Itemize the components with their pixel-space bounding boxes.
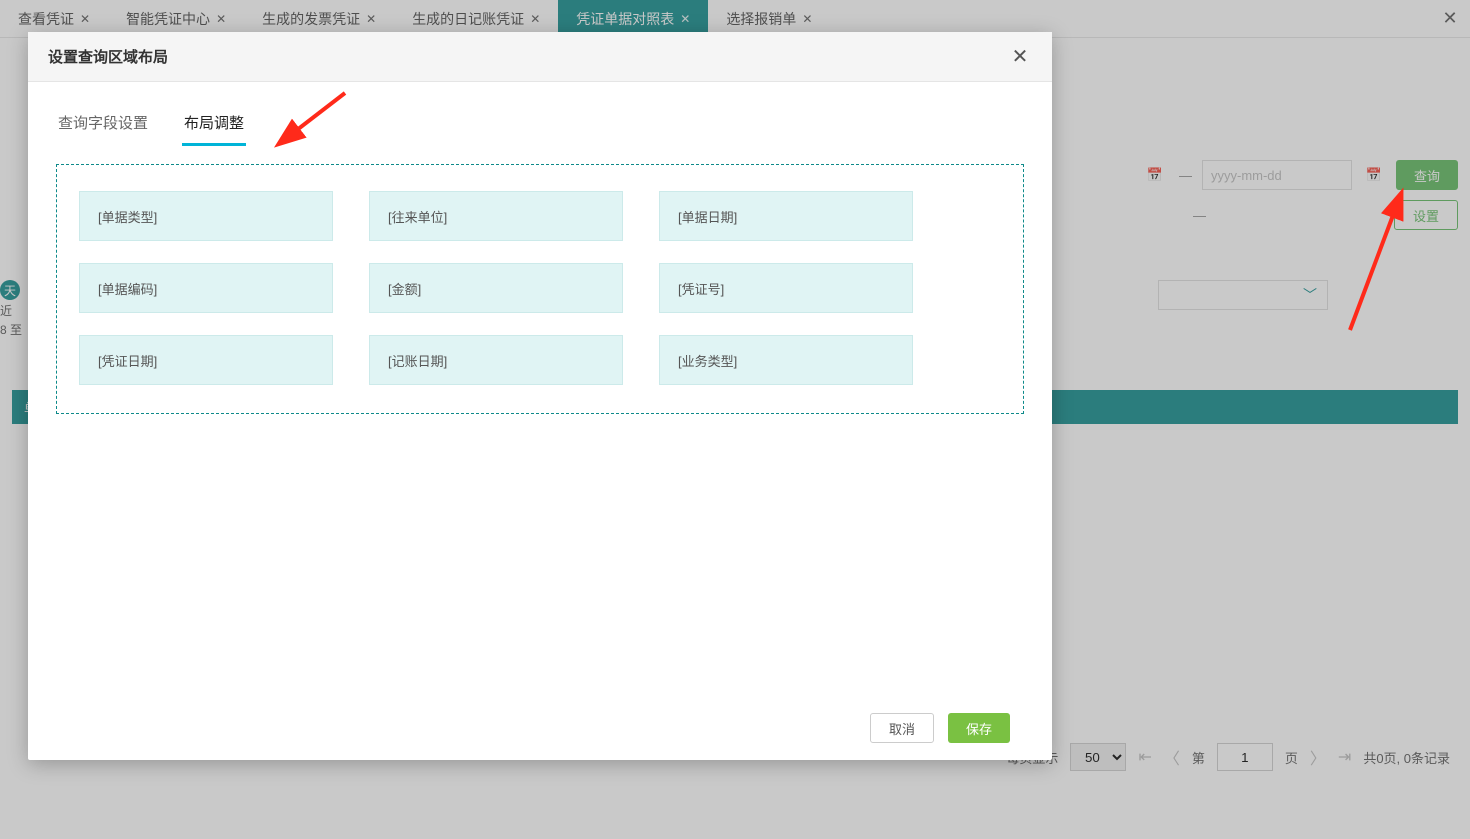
tab-query-fields[interactable]: 查询字段设置: [56, 106, 150, 146]
field-amount[interactable]: [金额]: [369, 263, 623, 313]
modal-title: 设置查询区域布局: [48, 46, 168, 67]
field-booking-date[interactable]: [记账日期]: [369, 335, 623, 385]
tab-layout-adjust[interactable]: 布局调整: [182, 106, 246, 146]
field-grid: [单据类型] [往来单位] [单据日期] [单据编码] [金额] [凭证号] […: [79, 191, 1001, 385]
field-voucher-date[interactable]: [凭证日期]: [79, 335, 333, 385]
modal-footer: 取消 保存: [28, 696, 1052, 760]
save-button[interactable]: 保存: [948, 713, 1010, 743]
cancel-button[interactable]: 取消: [870, 713, 934, 743]
field-doc-date[interactable]: [单据日期]: [659, 191, 913, 241]
layout-settings-modal: 设置查询区域布局 ✕ 查询字段设置 布局调整 [单据类型] [往来单位] [单据…: [28, 32, 1052, 760]
field-doc-code[interactable]: [单据编码]: [79, 263, 333, 313]
field-business-type[interactable]: [业务类型]: [659, 335, 913, 385]
field-counterparty[interactable]: [往来单位]: [369, 191, 623, 241]
field-voucher-no[interactable]: [凭证号]: [659, 263, 913, 313]
modal-close-icon[interactable]: ✕: [1008, 44, 1032, 69]
modal-body: 查询字段设置 布局调整 [单据类型] [往来单位] [单据日期] [单据编码] …: [28, 82, 1052, 696]
field-doc-type[interactable]: [单据类型]: [79, 191, 333, 241]
modal-tabs: 查询字段设置 布局调整: [56, 106, 1024, 146]
modal-header: 设置查询区域布局 ✕: [28, 32, 1052, 82]
layout-drag-area: [单据类型] [往来单位] [单据日期] [单据编码] [金额] [凭证号] […: [56, 164, 1024, 414]
